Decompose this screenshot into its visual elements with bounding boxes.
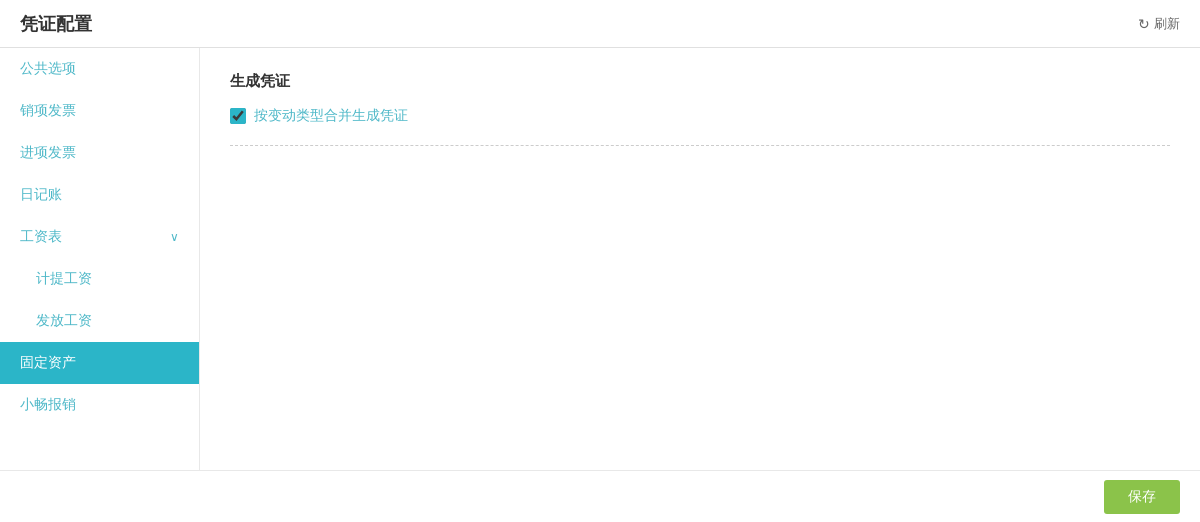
sidebar-item-journal-label: 日记账 <box>20 186 62 204</box>
sidebar-item-pay-payroll[interactable]: 发放工资 <box>0 300 199 342</box>
sidebar-item-public-label: 公共选项 <box>20 60 76 78</box>
sidebar-item-public[interactable]: 公共选项 <box>0 48 199 90</box>
merge-voucher-row: 按变动类型合并生成凭证 <box>230 107 1170 125</box>
sidebar-item-pay-payroll-label: 发放工资 <box>36 312 92 330</box>
sidebar-item-fixed-assets[interactable]: 固定资产 <box>0 342 199 384</box>
footer: 保存 <box>0 470 1200 522</box>
main-container: 公共选项 销项发票 进项发票 日记账 工资表 ∨ 计提工资 发放工资 固定资产 … <box>0 48 1200 470</box>
sidebar-item-payroll[interactable]: 工资表 ∨ <box>0 216 199 258</box>
refresh-icon: ↻ <box>1138 16 1150 32</box>
chevron-down-icon: ∨ <box>170 230 179 244</box>
merge-voucher-label[interactable]: 按变动类型合并生成凭证 <box>254 107 408 125</box>
content-area: 生成凭证 按变动类型合并生成凭证 <box>200 48 1200 470</box>
save-button[interactable]: 保存 <box>1104 480 1180 514</box>
sidebar-item-sales-invoice-label: 销项发票 <box>20 102 76 120</box>
sidebar-item-journal[interactable]: 日记账 <box>0 174 199 216</box>
sidebar-item-payroll-label: 工资表 <box>20 228 62 246</box>
sidebar-item-fixed-assets-label: 固定资产 <box>20 354 76 372</box>
sidebar-item-calc-payroll-label: 计提工资 <box>36 270 92 288</box>
sidebar-item-sales-invoice[interactable]: 销项发票 <box>0 90 199 132</box>
section-title: 生成凭证 <box>230 72 1170 91</box>
refresh-label: 刷新 <box>1154 15 1180 33</box>
sidebar-item-expense-report-label: 小畅报销 <box>20 396 76 414</box>
sidebar-item-expense-report[interactable]: 小畅报销 <box>0 384 199 426</box>
sidebar-item-purchase-invoice[interactable]: 进项发票 <box>0 132 199 174</box>
refresh-button[interactable]: ↻ 刷新 <box>1138 15 1180 33</box>
merge-voucher-checkbox[interactable] <box>230 108 246 124</box>
sidebar: 公共选项 销项发票 进项发票 日记账 工资表 ∨ 计提工资 发放工资 固定资产 … <box>0 48 200 470</box>
page-title: 凭证配置 <box>20 12 92 36</box>
header: 凭证配置 ↻ 刷新 <box>0 0 1200 48</box>
sidebar-item-purchase-invoice-label: 进项发票 <box>20 144 76 162</box>
sidebar-item-calc-payroll[interactable]: 计提工资 <box>0 258 199 300</box>
section-divider <box>230 145 1170 146</box>
